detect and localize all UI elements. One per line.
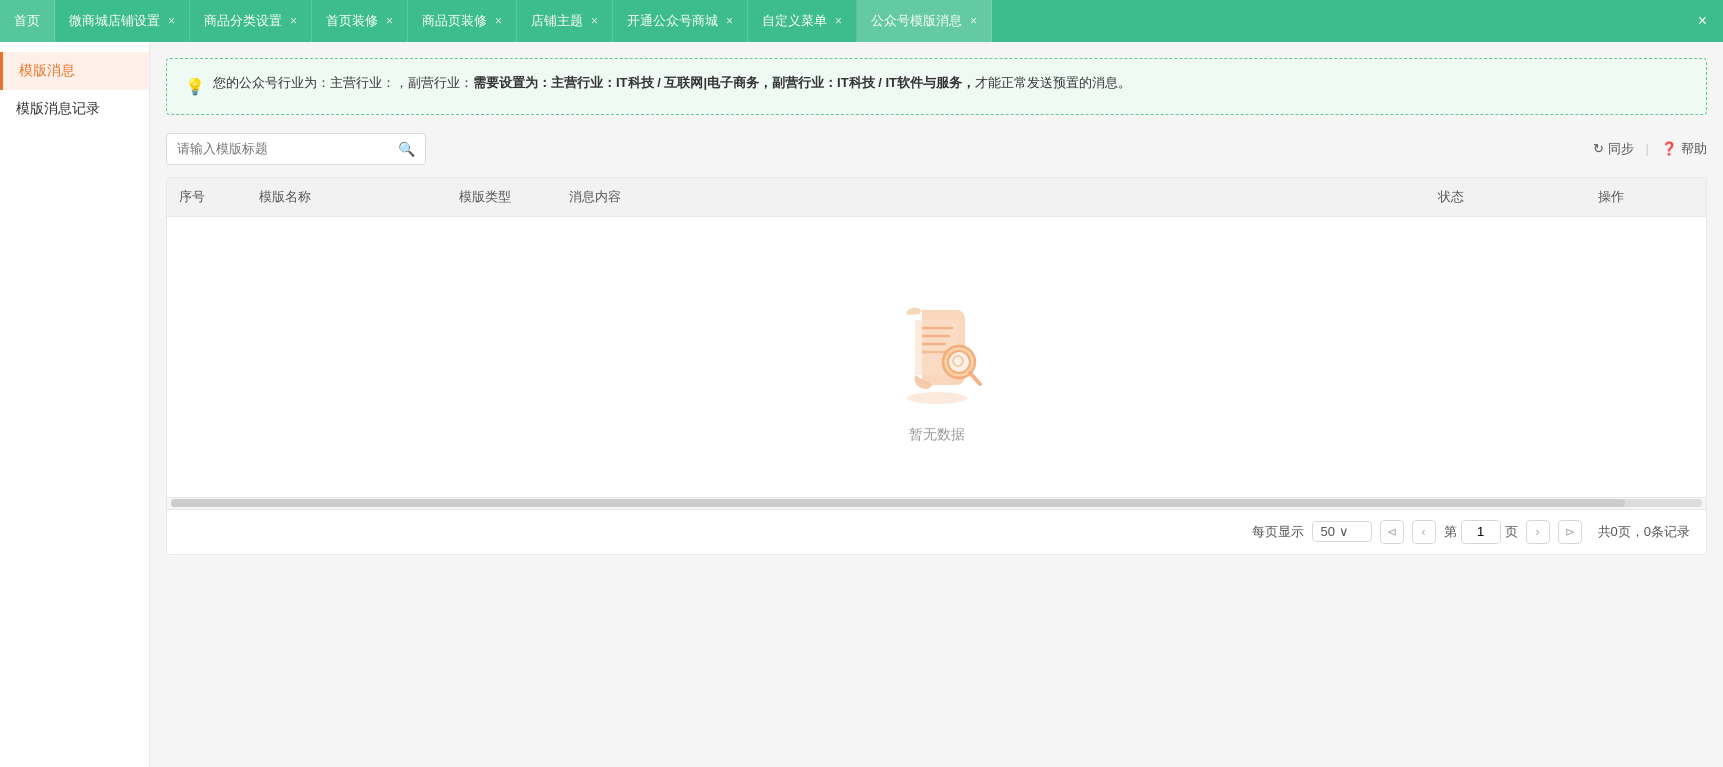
search-icon[interactable]: 🔍 [398, 141, 415, 157]
nav-tab-category-close[interactable]: × [290, 14, 297, 28]
notice-text: 您的公众号行业为：主营行业：，副营行业：需要设置为：主营行业：IT科技 / 互联… [213, 73, 1131, 94]
th-action: 操作 [1586, 178, 1706, 216]
nav-tab-shop-theme-close[interactable]: × [591, 14, 598, 28]
svg-point-6 [948, 351, 970, 373]
nav-tab-weshop[interactable]: 微商城店铺设置 × [55, 0, 190, 42]
toolbar-divider: | [1646, 141, 1649, 156]
nav-tab-shop-theme-label: 店铺主题 [531, 12, 583, 30]
nav-tab-template-msg-label: 公众号模版消息 [871, 12, 962, 30]
nav-tab-homepage-label: 首页装修 [326, 12, 378, 30]
sync-button[interactable]: ↻ 同步 [1593, 140, 1634, 158]
th-name: 模版名称 [247, 178, 447, 216]
page-first-button[interactable]: ⊲ [1380, 520, 1404, 544]
sidebar-item-template-msg[interactable]: 模版消息 [0, 52, 149, 90]
page-input-wrap: 第 页 [1444, 520, 1518, 544]
nav-tab-product-decor-close[interactable]: × [495, 14, 502, 28]
svg-line-7 [970, 373, 980, 384]
search-bar: 🔍 ↻ 同步 | ❓ 帮助 [166, 133, 1707, 165]
notice-prefix: 您的公众号行业为：主营行业：，副营行业： [213, 75, 473, 90]
page-size-label: 每页显示 [1252, 523, 1304, 541]
empty-text: 暂无数据 [909, 426, 965, 444]
main-layout: 模版消息 模版消息记录 💡 您的公众号行业为：主营行业：，副营行业：需要设置为：… [0, 42, 1723, 767]
nav-tab-template-msg[interactable]: 公众号模版消息 × [857, 0, 992, 42]
svg-point-0 [907, 392, 967, 404]
th-content: 消息内容 [557, 178, 1426, 216]
sidebar-item-template-msg-log[interactable]: 模版消息记录 [0, 90, 149, 128]
page-suffix: 页 [1505, 523, 1518, 541]
page-next-button[interactable]: › [1526, 520, 1550, 544]
nav-tab-shop-theme[interactable]: 店铺主题 × [517, 0, 613, 42]
horizontal-scrollbar[interactable] [167, 497, 1706, 509]
notice-box: 💡 您的公众号行业为：主营行业：，副营行业：需要设置为：主营行业：IT科技 / … [166, 58, 1707, 115]
nav-tab-template-msg-close[interactable]: × [970, 14, 977, 28]
content-area: 💡 您的公众号行业为：主营行业：，副营行业：需要设置为：主营行业：IT科技 / … [150, 42, 1723, 767]
table-header: 序号 模版名称 模版类型 消息内容 状态 操作 [167, 178, 1706, 217]
nav-tab-custom-menu-label: 自定义菜单 [762, 12, 827, 30]
nav-tab-product-decor-label: 商品页装修 [422, 12, 487, 30]
pagination: 每页显示 50 ∨ ⊲ ‹ 第 页 › ⊳ 共0页，0条记录 [167, 509, 1706, 554]
nav-tab-home-label: 首页 [14, 12, 40, 30]
help-button[interactable]: ❓ 帮助 [1661, 140, 1707, 158]
nav-tab-home[interactable]: 首页 [0, 0, 55, 42]
page-last-button[interactable]: ⊳ [1558, 520, 1582, 544]
nav-tab-product-decor[interactable]: 商品页装修 × [408, 0, 517, 42]
toolbar-right: ↻ 同步 | ❓ 帮助 [1593, 140, 1707, 158]
sidebar-item-template-msg-log-label: 模版消息记录 [16, 100, 100, 116]
nav-tab-open-mall-label: 开通公众号商城 [627, 12, 718, 30]
nav-tab-category[interactable]: 商品分类设置 × [190, 0, 312, 42]
page-size-chevron-icon: ∨ [1339, 524, 1349, 539]
help-label: 帮助 [1681, 140, 1707, 158]
page-total: 共0页，0条记录 [1598, 523, 1690, 541]
data-table: 序号 模版名称 模版类型 消息内容 状态 操作 [166, 177, 1707, 555]
search-input[interactable] [177, 141, 398, 156]
nav-tab-open-mall[interactable]: 开通公众号商城 × [613, 0, 748, 42]
notice-suffix: 才能正常发送预置的消息。 [975, 75, 1131, 90]
help-icon: ❓ [1661, 141, 1677, 156]
top-nav: 首页 微商城店铺设置 × 商品分类设置 × 首页装修 × 商品页装修 × 店铺主… [0, 0, 1723, 42]
page-prev-button[interactable]: ‹ [1412, 520, 1436, 544]
sync-label: 同步 [1608, 140, 1634, 158]
sync-icon: ↻ [1593, 141, 1604, 156]
page-size-value: 50 [1321, 524, 1335, 539]
nav-tab-category-label: 商品分类设置 [204, 12, 282, 30]
nav-tab-custom-menu[interactable]: 自定义菜单 × [748, 0, 857, 42]
nav-tab-custom-menu-close[interactable]: × [835, 14, 842, 28]
notice-icon: 💡 [185, 74, 205, 100]
page-input[interactable] [1461, 520, 1501, 544]
page-label: 第 [1444, 523, 1457, 541]
sidebar: 模版消息 模版消息记录 [0, 42, 150, 767]
close-all-button[interactable]: × [1682, 12, 1723, 30]
th-type: 模版类型 [447, 178, 557, 216]
notice-highlight: 需要设置为：主营行业：IT科技 / 互联网|电子商务，副营行业：IT科技 / I… [473, 75, 975, 90]
page-size-select[interactable]: 50 ∨ [1312, 521, 1372, 542]
nav-tab-homepage-close[interactable]: × [386, 14, 393, 28]
nav-tab-weshop-close[interactable]: × [168, 14, 175, 28]
search-input-wrap[interactable]: 🔍 [166, 133, 426, 165]
empty-state: 暂无数据 [167, 217, 1706, 497]
th-seq: 序号 [167, 178, 247, 216]
empty-icon [877, 290, 997, 410]
nav-tab-weshop-label: 微商城店铺设置 [69, 12, 160, 30]
nav-tab-homepage[interactable]: 首页装修 × [312, 0, 408, 42]
scrollbar-thumb[interactable] [171, 499, 1625, 507]
scrollbar-track[interactable] [171, 499, 1702, 507]
nav-tab-open-mall-close[interactable]: × [726, 14, 733, 28]
sidebar-item-template-msg-label: 模版消息 [19, 62, 75, 78]
th-status: 状态 [1426, 178, 1586, 216]
